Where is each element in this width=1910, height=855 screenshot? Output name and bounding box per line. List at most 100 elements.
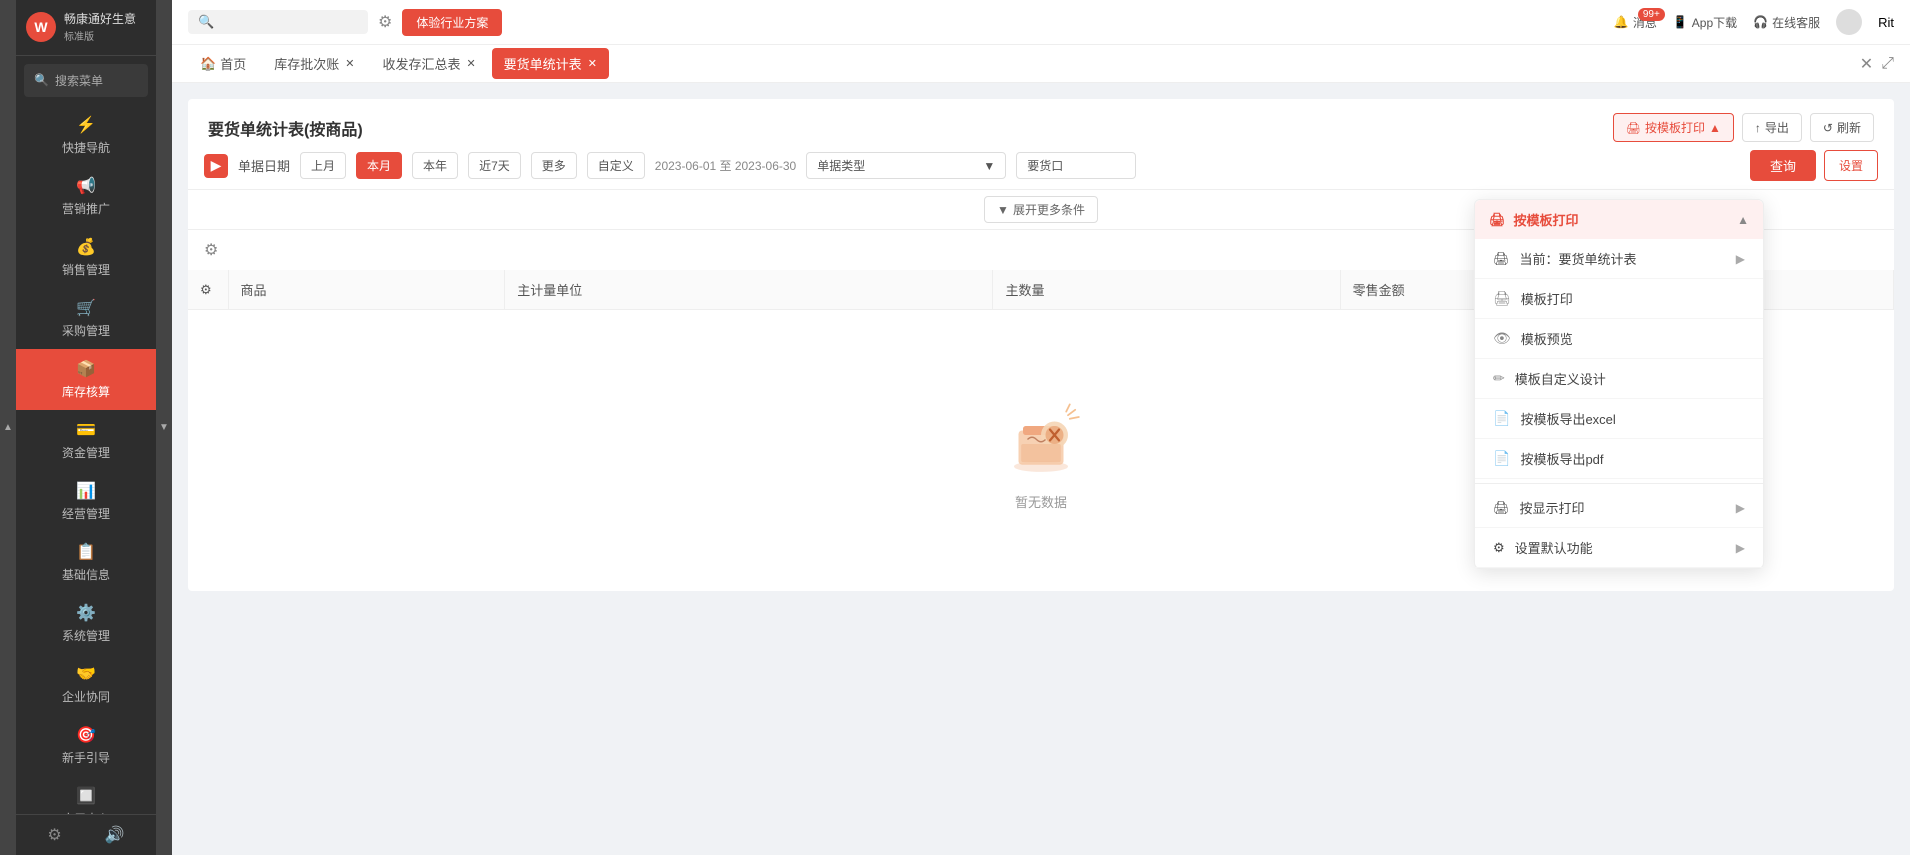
- sidebar-item-inventory[interactable]: 📦 库存核算: [16, 349, 156, 410]
- dropdown-separator: [1475, 483, 1763, 484]
- sidebar-settings-btn[interactable]: ⚙: [47, 825, 61, 845]
- sidebar-item-operations[interactable]: 📊 经营管理: [16, 471, 156, 532]
- order-type-select[interactable]: 要货口: [1016, 152, 1136, 179]
- default-func-label: 设置默认功能: [1515, 538, 1593, 557]
- dropdown-current-item[interactable]: 🖨 当前：要货单统计表 ▶: [1475, 239, 1763, 279]
- logo-icon: W: [26, 12, 56, 42]
- date-btn-7days[interactable]: 近7天: [468, 152, 521, 179]
- display-print-icon: 🖨: [1493, 500, 1510, 516]
- dropdown-header[interactable]: 🖨 按模板打印 ▲: [1475, 200, 1763, 239]
- date-btn-this-month[interactable]: 本月: [356, 152, 402, 179]
- home-icon: 🏠: [200, 56, 216, 72]
- tab-close-btn[interactable]: ✕: [1860, 54, 1873, 74]
- dropdown-item-template-print[interactable]: 🖨 模板打印: [1475, 279, 1763, 319]
- marketing-icon: 📢: [76, 176, 96, 196]
- dropdown-item-template-design[interactable]: ✏ 模板自定义设计: [1475, 359, 1763, 399]
- sidebar-item-collab[interactable]: 🤝 企业协同: [16, 654, 156, 715]
- current-label: 当前：要货单统计表: [1520, 249, 1637, 268]
- action-bar: 🖨 按模板打印 ▲ ↑ 导出 ↺ 刷新: [1613, 113, 1874, 142]
- username-label: Rit: [1878, 15, 1894, 30]
- shortcuts-icon: ⚡: [76, 115, 96, 135]
- empty-illustration: [996, 390, 1086, 480]
- tab-expand-btn[interactable]: ⤢: [1881, 55, 1894, 73]
- online-service-btn[interactable]: 🎧 在线客服: [1753, 14, 1820, 31]
- settings-btn[interactable]: 设置: [1824, 150, 1878, 181]
- tab-inventory-batch[interactable]: 库存批次账 ✕: [262, 48, 366, 79]
- topbar-search-input[interactable]: [220, 15, 350, 29]
- filter-bar: ▶ 单据日期 上月 本月 本年 近7天 更多 自定义 2023-06-01 至 …: [188, 142, 1894, 190]
- expand-more-btn[interactable]: ▼ 展开更多条件: [984, 196, 1098, 223]
- sidebar-item-finance[interactable]: 💳 资金管理: [16, 410, 156, 471]
- sidebar: W 畅康通好生意 标准版 🔍 搜索菜单 ⚡ 快捷导航 📢 营销推广 💰 销售管理…: [16, 0, 156, 855]
- print-header-icon: 🖨: [1489, 212, 1506, 228]
- sidebar-item-label: 采购管理: [62, 322, 110, 339]
- tabs-bar: 🏠 首页 库存批次账 ✕ 收发存汇总表 ✕ 要货单统计表 ✕ ✕ ⤢: [172, 45, 1910, 83]
- inventory-icon: 📦: [76, 359, 96, 379]
- online-service-label: 在线客服: [1772, 14, 1820, 31]
- tab-inventory-batch-close[interactable]: ✕: [345, 57, 354, 70]
- sidebar-item-marketing[interactable]: 📢 营销推广: [16, 166, 156, 227]
- refresh-icon: ↺: [1823, 121, 1833, 135]
- export-btn[interactable]: ↑ 导出: [1742, 113, 1802, 142]
- tab-home[interactable]: 🏠 首页: [188, 48, 258, 79]
- main-area: 🔍 ⚙ 体验行业方案 🔔 消息 99+ 📱 App下载 🎧 在线客服 Rit: [172, 0, 1910, 855]
- sidebar-search[interactable]: 🔍 搜索菜单: [24, 64, 148, 97]
- service-icon: 🎧: [1753, 15, 1768, 29]
- dropdown-item-template-preview[interactable]: 👁 模板预览: [1475, 319, 1763, 359]
- empty-text: 暂无数据: [1015, 492, 1067, 511]
- col-product: 商品: [228, 270, 505, 310]
- dropdown-default-func[interactable]: ⚙ 设置默认功能 ▶: [1475, 528, 1763, 568]
- dropdown-item-template-pdf[interactable]: 📄 按模板导出pdf: [1475, 439, 1763, 479]
- app-download-btn[interactable]: 📱 App下载: [1673, 14, 1737, 31]
- current-item-left: 🖨 当前：要货单统计表: [1493, 249, 1637, 268]
- sidebar-item-system[interactable]: ⚙️ 系统管理: [16, 593, 156, 654]
- date-btn-last-month[interactable]: 上月: [300, 152, 346, 179]
- date-btn-this-year[interactable]: 本年: [412, 152, 458, 179]
- messages-btn[interactable]: 🔔 消息 99+: [1614, 14, 1657, 31]
- filter-toggle-btn[interactable]: ▶: [204, 154, 228, 178]
- sales-icon: 💰: [76, 237, 96, 257]
- sidebar-item-sales[interactable]: 💰 销售管理: [16, 227, 156, 288]
- order-type-label: 要货口: [1027, 157, 1063, 174]
- tab-collection-summary-label: 收发存汇总表: [382, 54, 460, 73]
- type-select[interactable]: 单据类型 ▼: [806, 152, 1006, 179]
- sidebar-item-basics[interactable]: 📋 基础信息: [16, 532, 156, 593]
- topbar-search-box[interactable]: 🔍: [188, 10, 368, 34]
- query-btn[interactable]: 查询: [1750, 150, 1816, 181]
- sidebar-sound-btn[interactable]: 🔊: [105, 825, 125, 845]
- sidebar-scroll-up[interactable]: ▲: [0, 0, 16, 855]
- date-label: 单据日期: [238, 156, 290, 175]
- tab-order-stats[interactable]: 要货单统计表 ✕: [492, 48, 609, 79]
- print-template-btn[interactable]: 🖨 按模板打印 ▲: [1613, 113, 1734, 142]
- print-label: 按模板打印: [1645, 119, 1705, 136]
- template-preview-label: 模板预览: [1521, 329, 1573, 348]
- template-excel-icon: 📄: [1493, 410, 1510, 427]
- dropdown-item-template-excel[interactable]: 📄 按模板导出excel: [1475, 399, 1763, 439]
- default-func-left: ⚙ 设置默认功能: [1493, 538, 1593, 557]
- guide-icon: 🎯: [76, 725, 96, 745]
- tab-collection-summary-close[interactable]: ✕: [466, 57, 475, 70]
- tab-order-stats-close[interactable]: ✕: [588, 57, 597, 70]
- user-avatar[interactable]: [1836, 9, 1862, 35]
- bell-icon: 🔔: [1614, 15, 1629, 29]
- date-btn-custom[interactable]: 自定义: [587, 152, 645, 179]
- finance-icon: 💳: [76, 420, 96, 440]
- purchase-icon: 🛒: [76, 298, 96, 318]
- sidebar-item-shortcuts[interactable]: ⚡ 快捷导航: [16, 105, 156, 166]
- trial-btn[interactable]: 体验行业方案: [402, 9, 502, 36]
- print-dropdown-panel: 🖨 按模板打印 ▲ 🖨 当前：要货单统计表 ▶ 🖨: [1474, 199, 1764, 569]
- sidebar-item-purchase[interactable]: 🛒 采购管理: [16, 288, 156, 349]
- date-btn-more[interactable]: 更多: [531, 152, 577, 179]
- dropdown-title: 按模板打印: [1514, 210, 1579, 229]
- topbar-gear-btn[interactable]: ⚙: [378, 12, 392, 32]
- dropdown-display-print[interactable]: 🖨 按显示打印 ▶: [1475, 488, 1763, 528]
- sidebar-item-apps[interactable]: 🔲 应用中心: [16, 776, 156, 814]
- sidebar-bottom: ⚙ 🔊: [16, 814, 156, 855]
- page-card: 要货单统计表(按商品) 🖨 按模板打印 ▲ ↑ 导出 ↺ 刷新: [188, 99, 1894, 591]
- sidebar-item-guide[interactable]: 🎯 新手引导: [16, 715, 156, 776]
- tab-collection-summary[interactable]: 收发存汇总表 ✕: [370, 48, 487, 79]
- table-settings-icon[interactable]: ⚙: [204, 240, 218, 260]
- sidebar-item-label: 系统管理: [62, 627, 110, 644]
- sidebar-scroll-down[interactable]: ▼: [156, 0, 172, 855]
- refresh-btn[interactable]: ↺ 刷新: [1810, 113, 1874, 142]
